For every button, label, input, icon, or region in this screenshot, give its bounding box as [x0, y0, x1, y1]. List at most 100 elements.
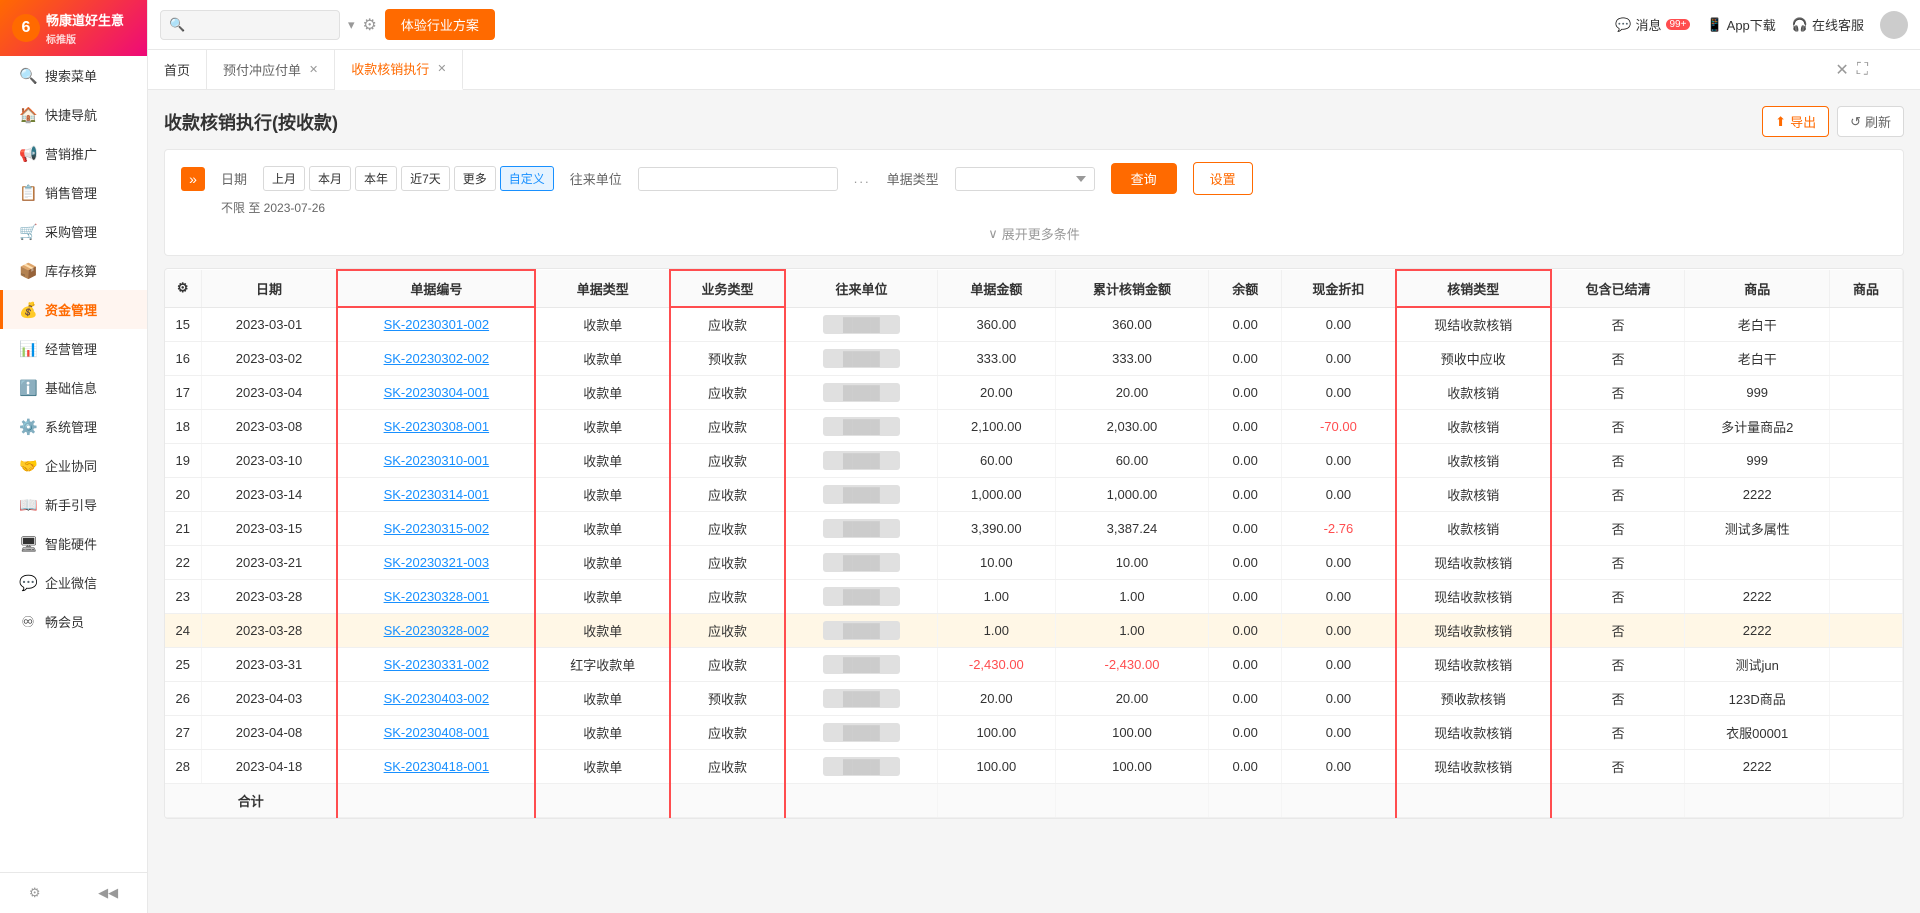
cell-bill-type: 收款单: [535, 614, 670, 648]
sidebar-item-营销推广[interactable]: 📢营销推广: [0, 134, 147, 173]
sidebar-item-系统管理[interactable]: ⚙️系统管理: [0, 407, 147, 446]
th-settings[interactable]: ⚙: [165, 270, 201, 307]
th-amount: 单据金额: [937, 270, 1055, 307]
sidebar-settings-btn[interactable]: ⚙: [21, 881, 49, 905]
sidebar-item-采购管理[interactable]: 🛒采购管理: [0, 212, 147, 251]
bill-no-link[interactable]: SK-20230403-002: [384, 691, 490, 706]
topbar-left: 🔍 ▾ ⚙ 体验行业方案: [160, 9, 1607, 40]
sidebar-item-新手引导[interactable]: 📖新手引导: [0, 485, 147, 524]
cell-total-cancel: 2,030.00: [1055, 410, 1209, 444]
partner-input[interactable]: [638, 167, 838, 191]
cell-partner: ████: [785, 546, 938, 580]
message-badge: 99+: [1666, 19, 1691, 30]
cell-amount: 333.00: [937, 342, 1055, 376]
cell-seq: 23: [165, 580, 201, 614]
online-service-btn[interactable]: 🎧 在线客服: [1792, 15, 1864, 34]
expand-more-btn[interactable]: ∨ 展开更多条件: [181, 224, 1887, 243]
cell-bill-no: SK-20230331-002: [337, 648, 535, 682]
cell-date: 2023-03-08: [201, 410, 337, 444]
tab-cancellation[interactable]: 收款核销执行 ✕: [335, 50, 463, 90]
cell-bill-no: SK-20230328-001: [337, 580, 535, 614]
sidebar-item-库存核算[interactable]: 📦库存核算: [0, 251, 147, 290]
date-btn-thismonth[interactable]: 本月: [309, 166, 351, 191]
topbar-gear-icon[interactable]: ⚙: [363, 15, 377, 35]
tab-prepay[interactable]: 预付冲应付单 ✕: [207, 50, 335, 90]
date-btn-lastmonth[interactable]: 上月: [263, 166, 305, 191]
cell-biz-type: 应收款: [670, 546, 785, 580]
cell-seq: 26: [165, 682, 201, 716]
sidebar-item-快捷导航[interactable]: 🏠快捷导航: [0, 95, 147, 134]
sidebar-item-畅会员[interactable]: ♾畅会员: [0, 602, 147, 641]
date-btn-custom[interactable]: 自定义: [500, 166, 554, 191]
bill-no-link[interactable]: SK-20230328-002: [384, 623, 490, 638]
user-avatar[interactable]: [1880, 11, 1908, 39]
sidebar-item-企业协同[interactable]: 🤝企业协同: [0, 446, 147, 485]
cell-product2: [1829, 478, 1902, 512]
cell-bill-no: SK-20230302-002: [337, 342, 535, 376]
filter-toggle-btn[interactable]: »: [181, 167, 205, 191]
cell-bill-type: 红字收款单: [535, 648, 670, 682]
sidebar-item-智能硬件[interactable]: 🖥智能硬件: [0, 524, 147, 563]
cell-seq: 28: [165, 750, 201, 784]
cell-bill-no: SK-20230301-002: [337, 307, 535, 342]
tab-maximize-btn[interactable]: ⛶: [1857, 61, 1868, 79]
table-row: 21 2023-03-15 SK-20230315-002 收款单 应收款 ██…: [165, 512, 1903, 546]
bill-type-select[interactable]: [955, 167, 1095, 191]
message-btn[interactable]: 💬 消息 99+: [1615, 15, 1690, 34]
settings-btn[interactable]: 设置: [1193, 162, 1253, 195]
bill-no-link[interactable]: SK-20230302-002: [384, 351, 490, 366]
sidebar-collapse-btn[interactable]: ◀◀: [90, 881, 126, 905]
cell-product: 2222: [1685, 614, 1830, 648]
cell-partner: ████: [785, 716, 938, 750]
date-btn-more[interactable]: 更多: [454, 166, 496, 191]
bill-no-link[interactable]: SK-20230310-001: [384, 453, 490, 468]
date-btn-7days[interactable]: 近7天: [401, 166, 450, 191]
sidebar-item-搜索菜单[interactable]: 🔍搜索菜单: [0, 56, 147, 95]
cell-product2: [1829, 716, 1902, 750]
export-btn[interactable]: ⬆ 导出: [1762, 106, 1829, 137]
refresh-btn[interactable]: ↺ 刷新: [1837, 106, 1904, 137]
bill-no-link[interactable]: SK-20230418-001: [384, 759, 490, 774]
topbar-dropdown-chevron[interactable]: ▾: [348, 17, 355, 33]
bill-no-link[interactable]: SK-20230328-001: [384, 589, 490, 604]
bill-no-link[interactable]: SK-20230321-003: [384, 555, 490, 570]
cell-bill-type: 收款单: [535, 512, 670, 546]
bill-no-link[interactable]: SK-20230315-002: [384, 521, 490, 536]
cell-amount: 20.00: [937, 682, 1055, 716]
cell-date: 2023-03-28: [201, 580, 337, 614]
bill-no-link[interactable]: SK-20230301-002: [384, 317, 490, 332]
bill-no-link[interactable]: SK-20230308-001: [384, 419, 490, 434]
app-download-btn[interactable]: 📱 App下载: [1706, 15, 1775, 34]
th-cancel-type: 核销类型: [1396, 270, 1551, 307]
tab-prepay-close[interactable]: ✕: [309, 63, 318, 76]
table-row: 23 2023-03-28 SK-20230328-001 收款单 应收款 ██…: [165, 580, 1903, 614]
tab-home[interactable]: 首页: [148, 50, 207, 90]
footer-total-cancel: [1055, 784, 1209, 818]
phone-icon: 📱: [1706, 17, 1722, 33]
bill-no-link[interactable]: SK-20230314-001: [384, 487, 490, 502]
cell-seq: 17: [165, 376, 201, 410]
cell-product2: [1829, 648, 1902, 682]
cell-product: 测试多属性: [1685, 512, 1830, 546]
sidebar-item-销售管理[interactable]: 📋销售管理: [0, 173, 147, 212]
tab-close-all-btn[interactable]: ✕: [1835, 60, 1848, 80]
bill-no-link[interactable]: SK-20230408-001: [384, 725, 490, 740]
app-logo-icon: 6: [12, 14, 40, 42]
bill-no-link[interactable]: SK-20230331-002: [384, 657, 490, 672]
cell-biz-type: 应收款: [670, 410, 785, 444]
bill-no-link[interactable]: SK-20230304-001: [384, 385, 490, 400]
sidebar-item-资金管理[interactable]: 💰资金管理: [0, 290, 147, 329]
sidebar-item-企业微信[interactable]: 💬企业微信: [0, 563, 147, 602]
cell-total-cancel: 20.00: [1055, 376, 1209, 410]
cell-bill-type: 收款单: [535, 444, 670, 478]
cell-biz-type: 应收款: [670, 648, 785, 682]
cell-product: 多计量商品2: [1685, 410, 1830, 444]
tab-cancellation-close[interactable]: ✕: [437, 62, 446, 75]
query-btn[interactable]: 查询: [1111, 163, 1177, 194]
date-btn-thisyear[interactable]: 本年: [355, 166, 397, 191]
sidebar-item-经营管理[interactable]: 📊经营管理: [0, 329, 147, 368]
trial-btn[interactable]: 体验行业方案: [385, 9, 495, 40]
cell-balance: 0.00: [1209, 512, 1282, 546]
cell-product: 2222: [1685, 478, 1830, 512]
sidebar-item-基础信息[interactable]: ℹ️基础信息: [0, 368, 147, 407]
